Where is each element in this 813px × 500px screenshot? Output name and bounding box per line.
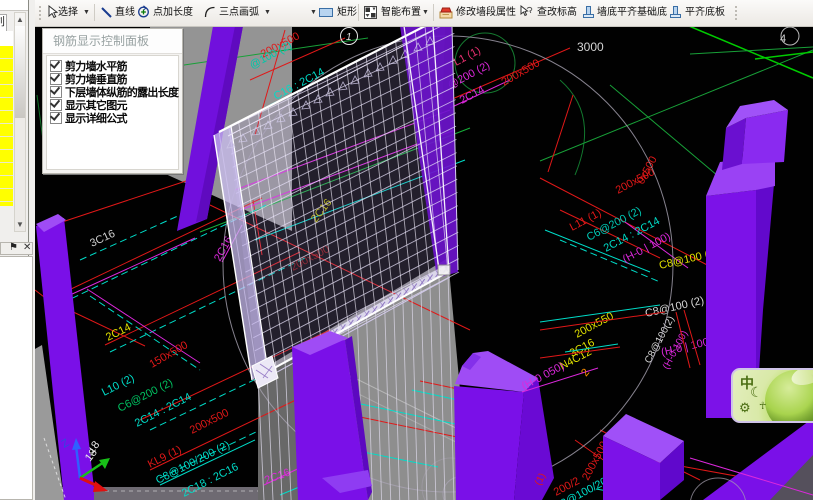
svg-text:1: 1 xyxy=(346,32,352,43)
svg-text:3000: 3000 xyxy=(577,40,604,54)
svg-text:4: 4 xyxy=(780,33,786,45)
